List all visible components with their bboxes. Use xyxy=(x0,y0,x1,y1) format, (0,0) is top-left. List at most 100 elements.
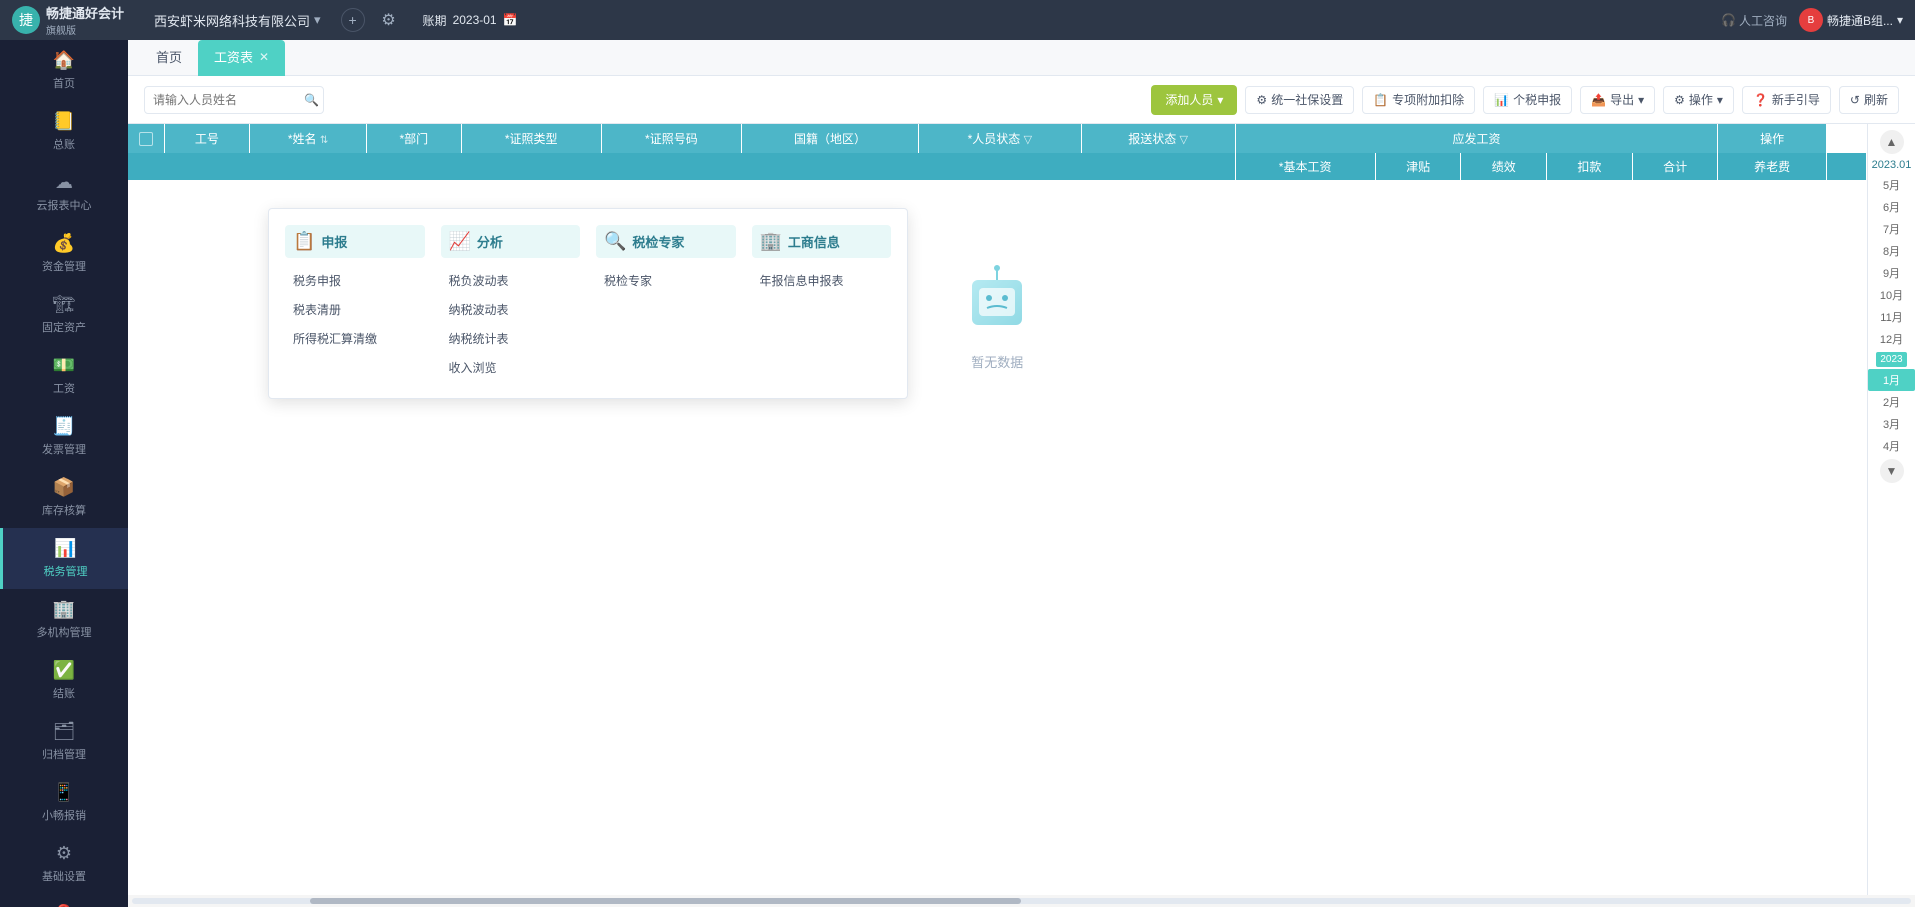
sidebar-label-invoice: 发票管理 xyxy=(42,441,86,457)
sidebar-item-tax_mgmt[interactable]: 📊 税务管理 xyxy=(0,528,128,589)
social-icon: ⚙ xyxy=(1256,93,1267,107)
export-button[interactable]: 📤 导出 ▾ xyxy=(1580,86,1655,114)
tab-salary[interactable]: 工资表 ✕ xyxy=(198,40,285,76)
section-label-analysis: 分析 xyxy=(477,232,503,251)
headset-icon: 🎧 xyxy=(1721,13,1736,27)
settings-icon[interactable]: ⚙ xyxy=(377,8,401,32)
export-chevron-icon: ▾ xyxy=(1638,93,1644,107)
sidebar-item-archive[interactable]: 🗂 归档管理 xyxy=(0,711,128,772)
sidebar-item-cloud_report[interactable]: ☁ 云报表中心 xyxy=(0,162,128,223)
period-value: 2023-01 xyxy=(453,13,497,27)
search-icon: 🔍 xyxy=(304,93,319,107)
sidebar-label-multi_org: 多机构管理 xyxy=(37,624,92,640)
social-settings-button[interactable]: ⚙ 统一社保设置 xyxy=(1245,86,1354,114)
timeline-month-7月[interactable]: 7月 xyxy=(1868,218,1915,240)
add-person-button[interactable]: 添加人员 ▾ xyxy=(1151,85,1237,115)
operate-label: 操作 xyxy=(1689,91,1713,108)
tab-home[interactable]: 首页 xyxy=(140,40,198,76)
dropdown-grid: 📋申报税务申报税表清册所得税汇算清缴📈分析税负波动表纳税波动表纳税统计表收入浏览… xyxy=(285,225,891,382)
search-input[interactable] xyxy=(144,86,324,114)
sidebar-icon-tax_mgmt: 📊 xyxy=(54,538,76,559)
add-company-button[interactable]: + xyxy=(341,8,365,32)
timeline-down-button[interactable]: ▼ xyxy=(1880,459,1904,483)
user-chevron-icon: ▾ xyxy=(1897,13,1903,27)
timeline-month-12月[interactable]: 12月 xyxy=(1868,328,1915,350)
dropdown-item-tax_report[interactable]: 税务申报 xyxy=(285,266,425,295)
calendar-icon[interactable]: 📅 xyxy=(503,13,518,27)
help-button[interactable]: 🎧 人工咨询 xyxy=(1721,12,1787,29)
dropdown-item-annual_report[interactable]: 年报信息申报表 xyxy=(752,266,892,295)
scrollbar-thumb[interactable] xyxy=(310,898,1022,904)
dropdown-item-tax_stats[interactable]: 纳税统计表 xyxy=(441,324,581,353)
sidebar-item-fund[interactable]: 💰 资金管理 xyxy=(0,223,128,284)
th-total: 合计 xyxy=(1632,153,1718,180)
sidebar-icon-fund: 💰 xyxy=(53,233,75,254)
sidebar: 🏠 首页 📒 总账 ☁ 云报表中心 💰 资金管理 🏗 固定资产 💵 工资 🧾 发… xyxy=(0,40,128,907)
dropdown-item-income_browser[interactable]: 收入浏览 xyxy=(441,353,581,382)
empty-state-icon xyxy=(957,260,1037,340)
timeline-month-5月[interactable]: 5月 xyxy=(1868,174,1915,196)
deduct-label: 专项附加扣除 xyxy=(1392,91,1464,108)
tab-close-icon[interactable]: ✕ xyxy=(259,50,269,64)
sidebar-item-basic_settings[interactable]: ⚙ 基础设置 xyxy=(0,833,128,894)
guide-button[interactable]: ❓ 新手引导 xyxy=(1742,86,1831,114)
sidebar-item-inventory[interactable]: 📦 库存核算 xyxy=(0,467,128,528)
sidebar-item-multi_org[interactable]: 🏢 多机构管理 xyxy=(0,589,128,650)
select-all-checkbox[interactable] xyxy=(139,132,153,146)
timeline-month-6月[interactable]: 6月 xyxy=(1868,196,1915,218)
sidebar-item-checkout[interactable]: ✅ 结账 xyxy=(0,650,128,711)
section-label-tax_expert: 税检专家 xyxy=(632,232,684,251)
timeline-up-button[interactable]: ▲ xyxy=(1880,130,1904,154)
company-name: 西安虾米网络科技有限公司 xyxy=(154,11,310,30)
timeline-month-1月[interactable]: 1月 xyxy=(1868,369,1915,391)
sidebar-item-new_guide[interactable]: ❓ 新手引导 xyxy=(0,894,128,907)
timeline-month-9月[interactable]: 9月 xyxy=(1868,262,1915,284)
th-status[interactable]: *人员状态 ▽ xyxy=(919,124,1082,153)
timeline-month-11月[interactable]: 11月 xyxy=(1868,306,1915,328)
th-empty-spacer xyxy=(128,153,1235,180)
th-report-status[interactable]: 报送状态 ▽ xyxy=(1081,124,1235,153)
section-icon-declaration: 📋 xyxy=(293,231,315,252)
sidebar-item-fixed_assets[interactable]: 🏗 固定资产 xyxy=(0,284,128,345)
th-checkbox[interactable] xyxy=(128,124,164,153)
bottom-scrollbar[interactable] xyxy=(128,895,1915,907)
guide-icon: ❓ xyxy=(1753,93,1768,107)
tax-label: 个税申报 xyxy=(1513,91,1561,108)
sidebar-item-salary[interactable]: 💵 工资 xyxy=(0,345,128,406)
sidebar-label-tax_mgmt: 税务管理 xyxy=(44,563,88,579)
tax-report-button[interactable]: 📊 个税申报 xyxy=(1483,86,1572,114)
company-selector[interactable]: 西安虾米网络科技有限公司 ▾ xyxy=(154,11,321,30)
timeline-month-2月[interactable]: 2月 xyxy=(1868,391,1915,413)
sidebar-item-ledger[interactable]: 📒 总账 xyxy=(0,101,128,162)
timeline-month-10月[interactable]: 10月 xyxy=(1868,284,1915,306)
dropdown-section-business_info: 🏢工商信息年报信息申报表 xyxy=(752,225,892,382)
section-icon-tax_expert: 🔍 xyxy=(604,231,626,252)
dropdown-item-tax_form[interactable]: 税表清册 xyxy=(285,295,425,324)
company-chevron-icon: ▾ xyxy=(314,12,321,28)
period-label: 账期 xyxy=(423,12,447,29)
operate-chevron-icon: ▾ xyxy=(1717,93,1723,107)
operate-button[interactable]: ⚙ 操作 ▾ xyxy=(1663,86,1734,114)
th-payroll-group: 应发工资 xyxy=(1235,124,1718,153)
add-person-label: 添加人员 xyxy=(1165,91,1213,108)
sidebar-item-mini_report[interactable]: 📱 小畅报销 xyxy=(0,772,128,833)
refresh-button[interactable]: ↺ 刷新 xyxy=(1839,86,1899,114)
timeline-month-8月[interactable]: 8月 xyxy=(1868,240,1915,262)
timeline-month-4月[interactable]: 4月 xyxy=(1868,435,1915,457)
header-right: 🎧 人工咨询 B 畅捷通B组... ▾ xyxy=(1721,8,1903,32)
timeline-month-3月[interactable]: 3月 xyxy=(1868,413,1915,435)
tab-bar: 首页 工资表 ✕ xyxy=(128,40,1915,76)
dropdown-item-tax_fluctuation[interactable]: 纳税波动表 xyxy=(441,295,581,324)
user-info[interactable]: B 畅捷通B组... ▾ xyxy=(1799,8,1903,32)
dropdown-item-tax_expert_item[interactable]: 税检专家 xyxy=(596,266,736,295)
dropdown-item-tax_burden_table[interactable]: 税负波动表 xyxy=(441,266,581,295)
deduct-button[interactable]: 📋 专项附加扣除 xyxy=(1362,86,1475,114)
sidebar-item-home[interactable]: 🏠 首页 xyxy=(0,40,128,101)
operate-icon: ⚙ xyxy=(1674,93,1685,107)
empty-text: 暂无数据 xyxy=(971,352,1023,371)
dropdown-item-income_tax_calc[interactable]: 所得税汇算清缴 xyxy=(285,324,425,353)
sidebar-item-invoice[interactable]: 🧾 发票管理 xyxy=(0,406,128,467)
th-name[interactable]: *姓名 ⇅ xyxy=(250,124,367,153)
table-wrapper[interactable]: 工号 *姓名 ⇅ *部门 *证照类型 *证照号码 国籍（地区） *人员状态 ▽ … xyxy=(128,124,1867,895)
scrollbar-track[interactable] xyxy=(132,898,1911,904)
